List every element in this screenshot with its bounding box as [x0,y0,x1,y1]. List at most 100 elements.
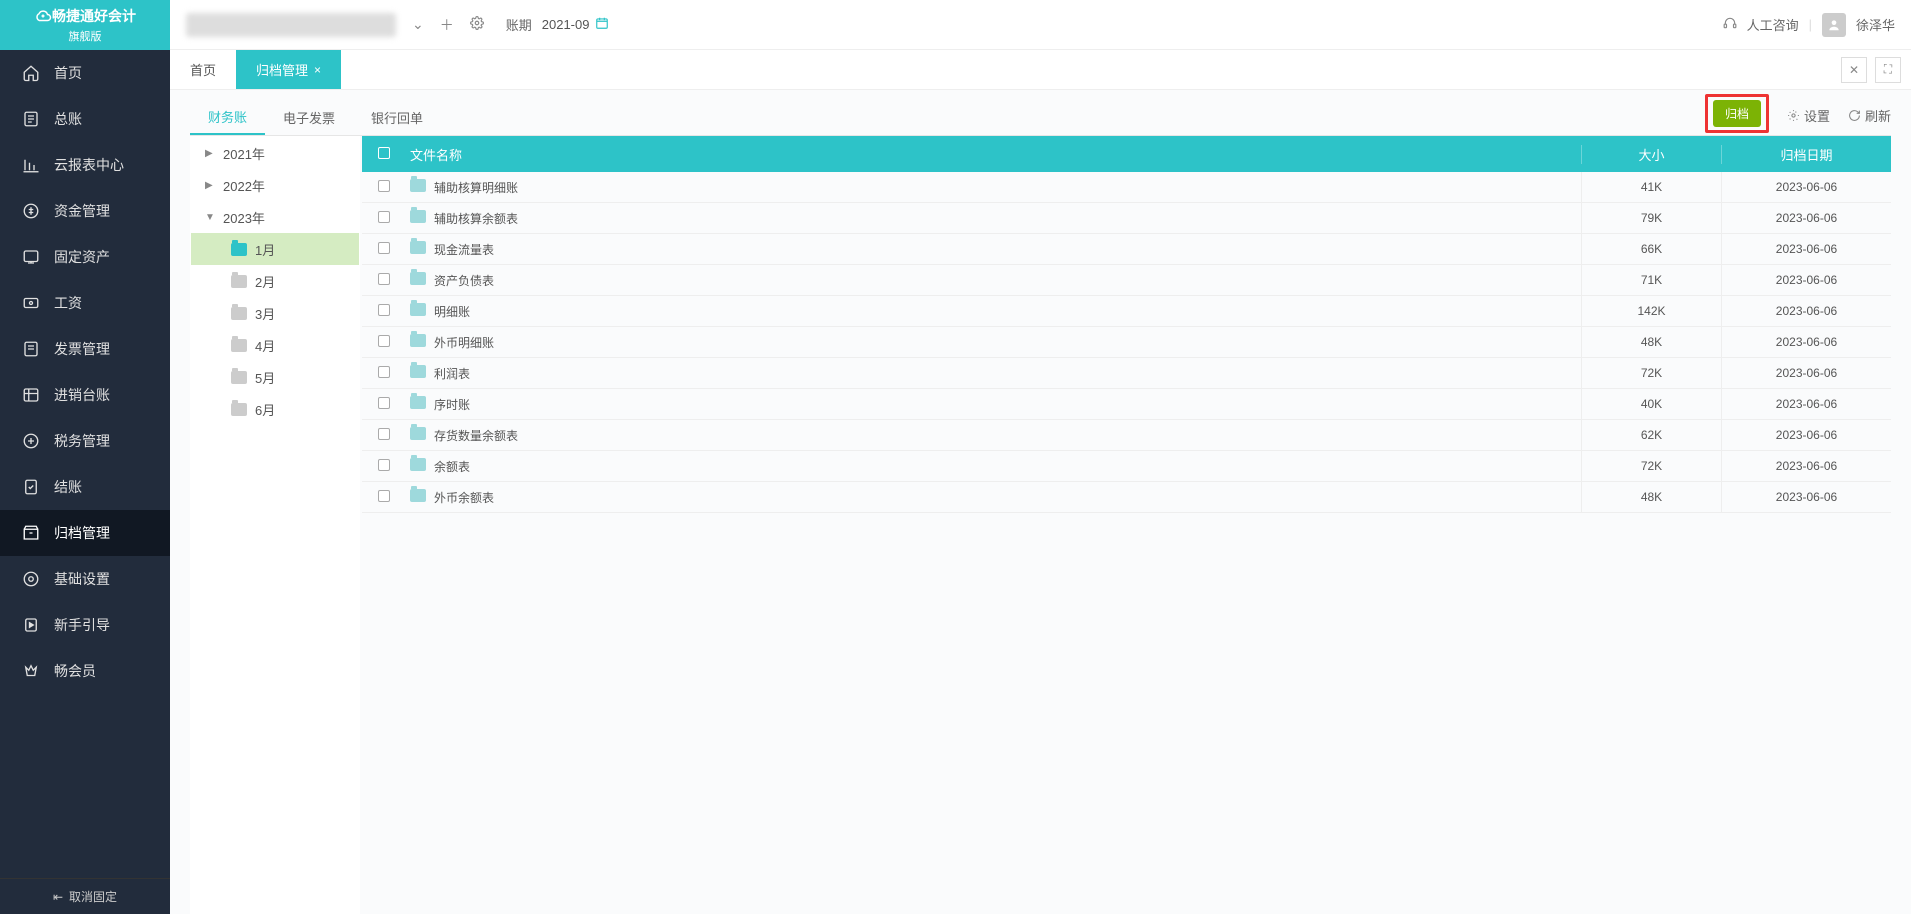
nav-asset[interactable]: 固定资产 [0,234,170,280]
period-value[interactable]: 2021-09 [542,17,590,32]
tree-month[interactable]: 6月 [191,393,359,425]
content-area: 财务账电子发票银行回单 归档 设置 刷新 ▶2021年▶2022年▼2023年1… [170,90,1911,914]
file-name: 辅助核算余额表 [434,212,518,226]
table-row[interactable]: 现金流量表66K2023-06-06 [362,234,1891,265]
folder-icon [410,396,426,409]
page-tabs: 首页归档管理× ✕ ⛶ [170,50,1911,90]
file-size: 41K [1581,172,1721,202]
user-name[interactable]: 徐泽华 [1856,15,1895,34]
refresh-link[interactable]: 刷新 [1848,106,1891,125]
file-date: 2023-06-06 [1721,327,1891,357]
file-name: 序时账 [434,398,470,412]
file-name: 外币余额表 [434,491,494,505]
table-row[interactable]: 辅助核算余额表 79K2023-06-06 [362,203,1891,234]
sub-tab[interactable]: 财务账 [190,99,265,135]
nav-fund[interactable]: 资金管理 [0,188,170,234]
org-selector[interactable] [186,13,396,37]
file-date: 2023-06-06 [1721,420,1891,450]
row-checkbox[interactable] [378,242,390,254]
home-icon [22,64,40,82]
nav-home[interactable]: 首页 [0,50,170,96]
nav-guide[interactable]: 新手引导 [0,602,170,648]
file-date: 2023-06-06 [1721,203,1891,233]
calendar-icon[interactable] [595,16,609,33]
chevron-icon: ▶ [205,148,215,159]
gear-icon[interactable] [470,16,484,33]
topbar: ⌄ ＋ 账期 2021-09 人工咨询 | 徐泽华 [170,0,1911,50]
nav-inout[interactable]: 进销台账 [0,372,170,418]
close-icon[interactable]: × [314,63,321,77]
fullscreen-button[interactable]: ⛶ [1875,57,1901,83]
sub-tab[interactable]: 电子发票 [265,99,353,135]
folder-icon [231,339,247,352]
add-icon[interactable]: ＋ [440,15,454,35]
nav-closing[interactable]: 结账 [0,464,170,510]
file-name: 资产负债表 [434,274,494,288]
table-row[interactable]: 存货数量余额表62K2023-06-06 [362,420,1891,451]
folder-icon [410,365,426,378]
row-checkbox[interactable] [378,490,390,502]
table-row[interactable]: 明细账142K2023-06-06 [362,296,1891,327]
file-size: 79K [1581,203,1721,233]
row-checkbox[interactable] [378,304,390,316]
page-tab[interactable]: 归档管理× [236,50,341,89]
nav-vip[interactable]: 畅会员 [0,648,170,694]
table-row[interactable]: 外币明细账48K2023-06-06 [362,327,1891,358]
settings-link[interactable]: 设置 [1787,106,1830,125]
table-row[interactable]: 余额表72K2023-06-06 [362,451,1891,482]
nav-salary[interactable]: 工资 [0,280,170,326]
archive-button[interactable]: 归档 [1713,100,1761,127]
folder-icon [410,458,426,471]
tree-year[interactable]: ▼2023年 [191,201,359,233]
table-row[interactable]: 资产负债表71K2023-06-06 [362,265,1891,296]
nav-invoice[interactable]: 发票管理 [0,326,170,372]
row-checkbox[interactable] [378,397,390,409]
row-checkbox[interactable] [378,366,390,378]
sub-tab[interactable]: 银行回单 [353,99,441,135]
table-row[interactable]: 外币余额表48K2023-06-06 [362,482,1891,513]
nav-tax[interactable]: 税务管理 [0,418,170,464]
row-checkbox[interactable] [378,428,390,440]
vip-icon [22,662,40,680]
table-row[interactable]: 序时账40K2023-06-06 [362,389,1891,420]
row-checkbox[interactable] [378,180,390,192]
tree-month[interactable]: 1月 [191,233,359,265]
close-tab-button[interactable]: ✕ [1841,57,1867,83]
cloud-icon [34,7,52,25]
inout-icon [22,386,40,404]
salary-icon [22,294,40,312]
tree-month[interactable]: 3月 [191,297,359,329]
row-checkbox[interactable] [378,459,390,471]
tree-year[interactable]: ▶2021年 [191,137,359,169]
row-checkbox[interactable] [378,211,390,223]
headset-icon[interactable] [1723,16,1737,33]
tree-month[interactable]: 4月 [191,329,359,361]
consult-link[interactable]: 人工咨询 [1747,15,1799,34]
nav-basic[interactable]: 基础设置 [0,556,170,602]
avatar[interactable] [1822,13,1846,37]
nav-ledger[interactable]: 总账 [0,96,170,142]
nav-report[interactable]: 云报表中心 [0,142,170,188]
basic-icon [22,570,40,588]
table-row[interactable]: 辅助核算明细账41K2023-06-06 [362,172,1891,203]
nav-archive[interactable]: 归档管理 [0,510,170,556]
file-date: 2023-06-06 [1721,296,1891,326]
dropdown-icon[interactable]: ⌄ [412,16,424,33]
page-tab[interactable]: 首页 [170,50,236,89]
period-label: 账期 [506,15,532,34]
unpin-button[interactable]: ⇤ 取消固定 [0,878,170,914]
folder-icon [410,303,426,316]
row-checkbox[interactable] [378,273,390,285]
gear-icon [1787,109,1800,122]
tree-month[interactable]: 2月 [191,265,359,297]
row-checkbox[interactable] [378,335,390,347]
tree-year[interactable]: ▶2022年 [191,169,359,201]
tree-month[interactable]: 5月 [191,361,359,393]
table-header: 文件名称 大小 归档日期 [362,136,1891,172]
table-row[interactable]: 利润表72K2023-06-06 [362,358,1891,389]
folder-icon [231,243,247,256]
brand-edition: 旗舰版 [69,28,102,44]
folder-icon [410,427,426,440]
file-date: 2023-06-06 [1721,265,1891,295]
select-all-checkbox[interactable] [378,147,390,159]
